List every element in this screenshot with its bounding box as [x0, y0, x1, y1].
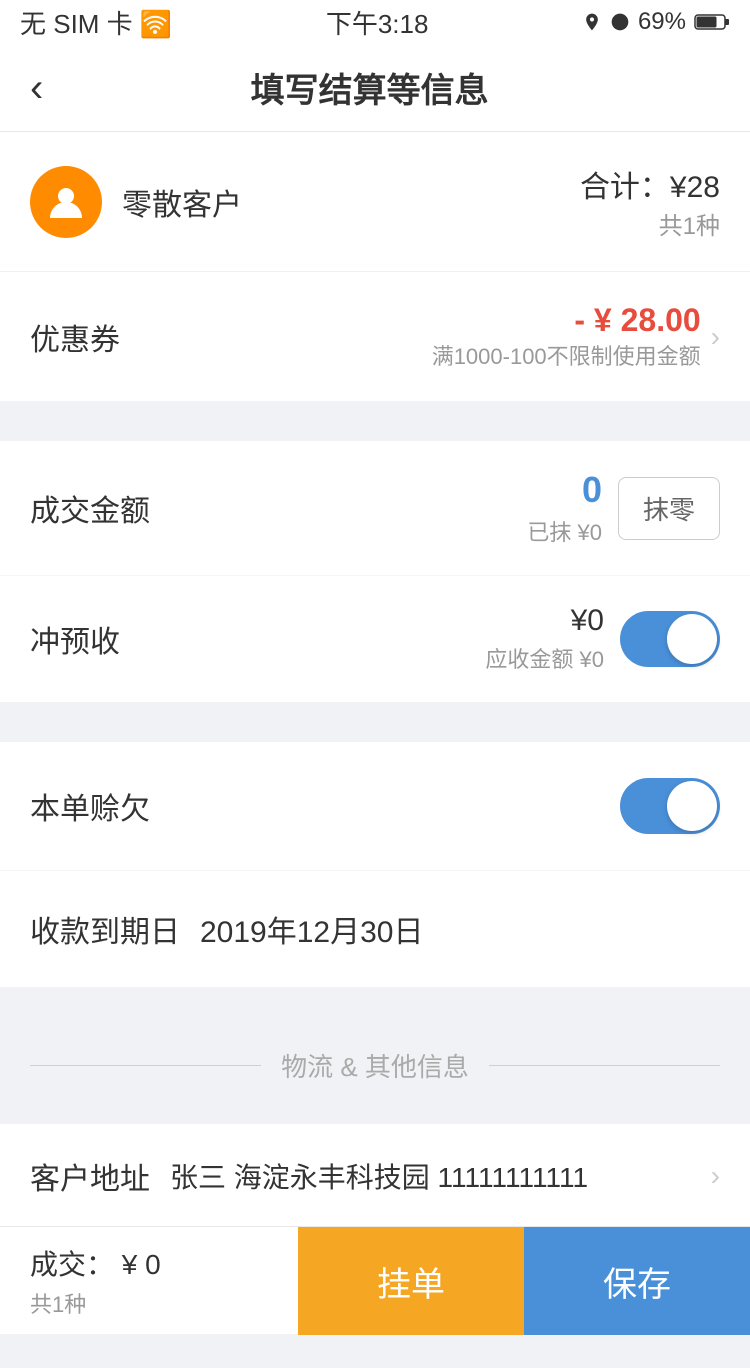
- address-section: 客户地址 张三 海淀永丰科技园 11111111111 ›: [0, 1124, 750, 1228]
- logistics-label: 物流 & 其他信息: [281, 1047, 469, 1084]
- hang-order-button[interactable]: 挂单: [298, 1227, 524, 1335]
- pre-collect-right: ¥0 应收金额 ¥0: [485, 604, 720, 674]
- pre-amount: ¥0: [485, 604, 604, 638]
- customer-section: 零散客户 合计：¥28 共1种 优惠券 - ¥ 28.00 满1000-100不…: [0, 132, 750, 401]
- coupon-label: 优惠券: [30, 315, 432, 359]
- address-label: 客户地址: [30, 1154, 150, 1198]
- footer-count: 共1种: [30, 1287, 268, 1319]
- battery-text: 69%: [638, 8, 686, 36]
- customer-total: 合计：¥28 共1种: [580, 162, 720, 241]
- status-left: 无 SIM 卡 🛜: [20, 4, 172, 41]
- transaction-row: 成交金额 0 已抹 ¥0 抹零: [0, 441, 750, 576]
- battery-icon: [694, 12, 730, 32]
- total-count: 共1种: [580, 206, 720, 241]
- pre-collect-amounts: ¥0 应收金额 ¥0: [485, 604, 604, 674]
- customer-row: 零散客户 合计：¥28 共1种: [0, 132, 750, 271]
- pre-collect-toggle[interactable]: [620, 611, 720, 667]
- due-date-label: 收款到期日: [30, 907, 180, 951]
- back-button[interactable]: ‹: [30, 68, 43, 108]
- pre-collect-label: 冲预收: [30, 617, 485, 661]
- transaction-section: 成交金额 0 已抹 ¥0 抹零 冲预收 ¥0 应收金额 ¥0: [0, 441, 750, 702]
- logistics-divider: 物流 & 其他信息: [0, 1027, 750, 1104]
- address-value: 张三 海淀永丰科技园 11111111111: [170, 1156, 711, 1196]
- chevron-right-icon: ›: [711, 321, 720, 353]
- amount-group: 0 已抹 ¥0: [527, 469, 602, 547]
- receivable-text: 应收金额 ¥0: [485, 642, 604, 674]
- coupon-row[interactable]: 优惠券 - ¥ 28.00 满1000-100不限制使用金额 ›: [0, 271, 750, 401]
- amount-sub: 已抹 ¥0: [527, 515, 602, 547]
- coupon-discount: - ¥ 28.00: [432, 302, 701, 339]
- toggle-knob: [667, 614, 717, 664]
- total-amount: 合计：¥28: [580, 162, 720, 206]
- debt-toggle-knob: [667, 781, 717, 831]
- debt-section: 本单赊欠 收款到期日 2019年12月30日: [0, 742, 750, 987]
- address-row[interactable]: 客户地址 张三 海淀永丰科技园 11111111111 ›: [0, 1124, 750, 1228]
- divider-2: [0, 722, 750, 742]
- due-date-row: 收款到期日 2019年12月30日: [0, 870, 750, 987]
- status-right: 69%: [582, 8, 730, 36]
- divider-4: [0, 1104, 750, 1124]
- coupon-description: 满1000-100不限制使用金额: [432, 339, 701, 371]
- alarm-icon: [610, 12, 630, 32]
- footer-deal: 成交： ¥ 0: [30, 1243, 268, 1283]
- address-chevron-icon: ›: [711, 1160, 720, 1192]
- customer-name: 零散客户: [122, 180, 580, 224]
- debt-toggle[interactable]: [620, 778, 720, 834]
- footer-deal-label: 成交：: [30, 1249, 114, 1280]
- page-title: 填写结算等信息: [63, 63, 676, 112]
- status-time: 下午3:18: [326, 4, 429, 41]
- divider-3: [0, 1007, 750, 1027]
- pre-collect-row: 冲预收 ¥0 应收金额 ¥0: [0, 576, 750, 702]
- save-button[interactable]: 保存: [524, 1227, 750, 1335]
- coupon-right: - ¥ 28.00 满1000-100不限制使用金额 ›: [432, 302, 720, 371]
- nav-bar: ‹ 填写结算等信息: [0, 44, 750, 132]
- signal-text: 无 SIM 卡 🛜: [20, 4, 172, 41]
- round-zero-button[interactable]: 抹零: [618, 477, 720, 540]
- logistics-line-right: [489, 1065, 720, 1066]
- logistics-line-left: [30, 1065, 261, 1066]
- bottom-footer: 成交： ¥ 0 共1种 挂单 保存: [0, 1226, 750, 1334]
- location-icon: [582, 12, 602, 32]
- status-bar: 无 SIM 卡 🛜 下午3:18 69%: [0, 0, 750, 44]
- debt-label: 本单赊欠: [30, 784, 620, 828]
- person-icon: [46, 182, 86, 222]
- divider-1: [0, 421, 750, 441]
- transaction-right: 0 已抹 ¥0 抹零: [527, 469, 720, 547]
- footer-summary: 成交： ¥ 0 共1种: [0, 1227, 298, 1334]
- transaction-label: 成交金额: [30, 486, 527, 530]
- transaction-amount[interactable]: 0: [527, 469, 602, 511]
- due-date-value: 2019年12月30日: [200, 907, 423, 951]
- debt-row: 本单赊欠: [0, 742, 750, 870]
- customer-avatar: [30, 166, 102, 238]
- footer-deal-amount: ¥ 0: [122, 1249, 161, 1280]
